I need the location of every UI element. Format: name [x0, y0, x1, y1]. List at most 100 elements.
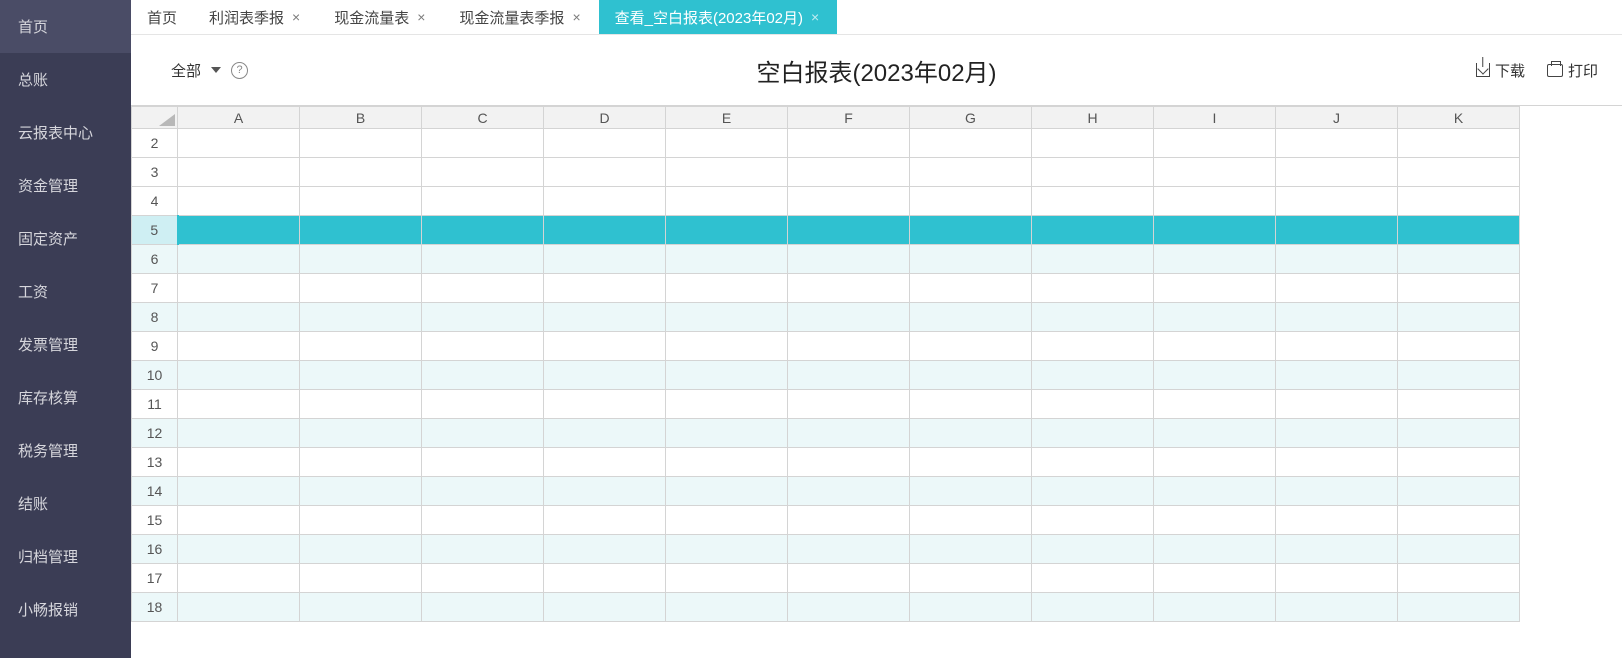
sidebar-item-11[interactable]: 小畅报销 — [0, 583, 131, 636]
print-button[interactable]: 打印 — [1547, 60, 1598, 81]
cell-A5[interactable] — [178, 216, 300, 245]
cell-J5[interactable] — [1276, 216, 1398, 245]
cell-G6[interactable] — [910, 245, 1032, 274]
cell-J2[interactable] — [1276, 129, 1398, 158]
cell-F3[interactable] — [788, 158, 910, 187]
row-header-5[interactable]: 5 — [132, 216, 178, 245]
cell-B9[interactable] — [300, 332, 422, 361]
cell-I16[interactable] — [1154, 535, 1276, 564]
cell-I14[interactable] — [1154, 477, 1276, 506]
cell-D11[interactable] — [544, 390, 666, 419]
cell-E10[interactable] — [666, 361, 788, 390]
sidebar-item-0[interactable]: 首页 — [0, 0, 131, 53]
cell-B5[interactable] — [300, 216, 422, 245]
cell-A9[interactable] — [178, 332, 300, 361]
cell-E17[interactable] — [666, 564, 788, 593]
cell-E9[interactable] — [666, 332, 788, 361]
cell-H12[interactable] — [1032, 419, 1154, 448]
cell-J10[interactable] — [1276, 361, 1398, 390]
row-header-16[interactable]: 16 — [132, 535, 178, 564]
cell-C2[interactable] — [422, 129, 544, 158]
cell-A14[interactable] — [178, 477, 300, 506]
cell-E4[interactable] — [666, 187, 788, 216]
cell-E3[interactable] — [666, 158, 788, 187]
cell-C12[interactable] — [422, 419, 544, 448]
cell-F13[interactable] — [788, 448, 910, 477]
cell-E2[interactable] — [666, 129, 788, 158]
filter-label[interactable]: 全部 — [171, 60, 201, 81]
cell-H3[interactable] — [1032, 158, 1154, 187]
cell-E12[interactable] — [666, 419, 788, 448]
cell-B14[interactable] — [300, 477, 422, 506]
cell-C15[interactable] — [422, 506, 544, 535]
cell-G13[interactable] — [910, 448, 1032, 477]
column-header-F[interactable]: F — [788, 107, 910, 129]
cell-K2[interactable] — [1398, 129, 1520, 158]
cell-I3[interactable] — [1154, 158, 1276, 187]
cell-D10[interactable] — [544, 361, 666, 390]
sidebar-item-10[interactable]: 归档管理 — [0, 530, 131, 583]
row-header-11[interactable]: 11 — [132, 390, 178, 419]
cell-G14[interactable] — [910, 477, 1032, 506]
cell-I12[interactable] — [1154, 419, 1276, 448]
cell-K15[interactable] — [1398, 506, 1520, 535]
cell-A10[interactable] — [178, 361, 300, 390]
sidebar-item-1[interactable]: 总账 — [0, 53, 131, 106]
cell-H2[interactable] — [1032, 129, 1154, 158]
cell-C4[interactable] — [422, 187, 544, 216]
cell-D14[interactable] — [544, 477, 666, 506]
cell-A12[interactable] — [178, 419, 300, 448]
cell-I7[interactable] — [1154, 274, 1276, 303]
cell-H9[interactable] — [1032, 332, 1154, 361]
row-header-2[interactable]: 2 — [132, 129, 178, 158]
cell-B15[interactable] — [300, 506, 422, 535]
cell-E6[interactable] — [666, 245, 788, 274]
cell-J16[interactable] — [1276, 535, 1398, 564]
cell-K17[interactable] — [1398, 564, 1520, 593]
row-header-9[interactable]: 9 — [132, 332, 178, 361]
row-header-13[interactable]: 13 — [132, 448, 178, 477]
cell-I13[interactable] — [1154, 448, 1276, 477]
cell-C17[interactable] — [422, 564, 544, 593]
cell-J6[interactable] — [1276, 245, 1398, 274]
cell-D17[interactable] — [544, 564, 666, 593]
cell-B6[interactable] — [300, 245, 422, 274]
sidebar-item-6[interactable]: 发票管理 — [0, 318, 131, 371]
sidebar-item-3[interactable]: 资金管理 — [0, 159, 131, 212]
sidebar-item-5[interactable]: 工资 — [0, 265, 131, 318]
cell-E7[interactable] — [666, 274, 788, 303]
tab-3[interactable]: 现金流量表季报× — [443, 0, 598, 34]
cell-F5[interactable] — [788, 216, 910, 245]
row-header-18[interactable]: 18 — [132, 593, 178, 622]
cell-E8[interactable] — [666, 303, 788, 332]
cell-F6[interactable] — [788, 245, 910, 274]
cell-J13[interactable] — [1276, 448, 1398, 477]
close-icon[interactable]: × — [570, 9, 582, 25]
cell-C16[interactable] — [422, 535, 544, 564]
cell-A13[interactable] — [178, 448, 300, 477]
cell-G18[interactable] — [910, 593, 1032, 622]
cell-K16[interactable] — [1398, 535, 1520, 564]
close-icon[interactable]: × — [809, 9, 821, 25]
cell-C10[interactable] — [422, 361, 544, 390]
cell-B18[interactable] — [300, 593, 422, 622]
cell-C5[interactable] — [422, 216, 544, 245]
corner-cell[interactable] — [132, 107, 178, 129]
cell-D16[interactable] — [544, 535, 666, 564]
cell-H16[interactable] — [1032, 535, 1154, 564]
tab-2[interactable]: 现金流量表× — [318, 0, 443, 34]
column-header-B[interactable]: B — [300, 107, 422, 129]
column-header-J[interactable]: J — [1276, 107, 1398, 129]
cell-D18[interactable] — [544, 593, 666, 622]
row-header-8[interactable]: 8 — [132, 303, 178, 332]
cell-A15[interactable] — [178, 506, 300, 535]
cell-D4[interactable] — [544, 187, 666, 216]
column-header-D[interactable]: D — [544, 107, 666, 129]
cell-K10[interactable] — [1398, 361, 1520, 390]
cell-H15[interactable] — [1032, 506, 1154, 535]
cell-B17[interactable] — [300, 564, 422, 593]
cell-E14[interactable] — [666, 477, 788, 506]
column-header-G[interactable]: G — [910, 107, 1032, 129]
cell-D12[interactable] — [544, 419, 666, 448]
cell-C14[interactable] — [422, 477, 544, 506]
